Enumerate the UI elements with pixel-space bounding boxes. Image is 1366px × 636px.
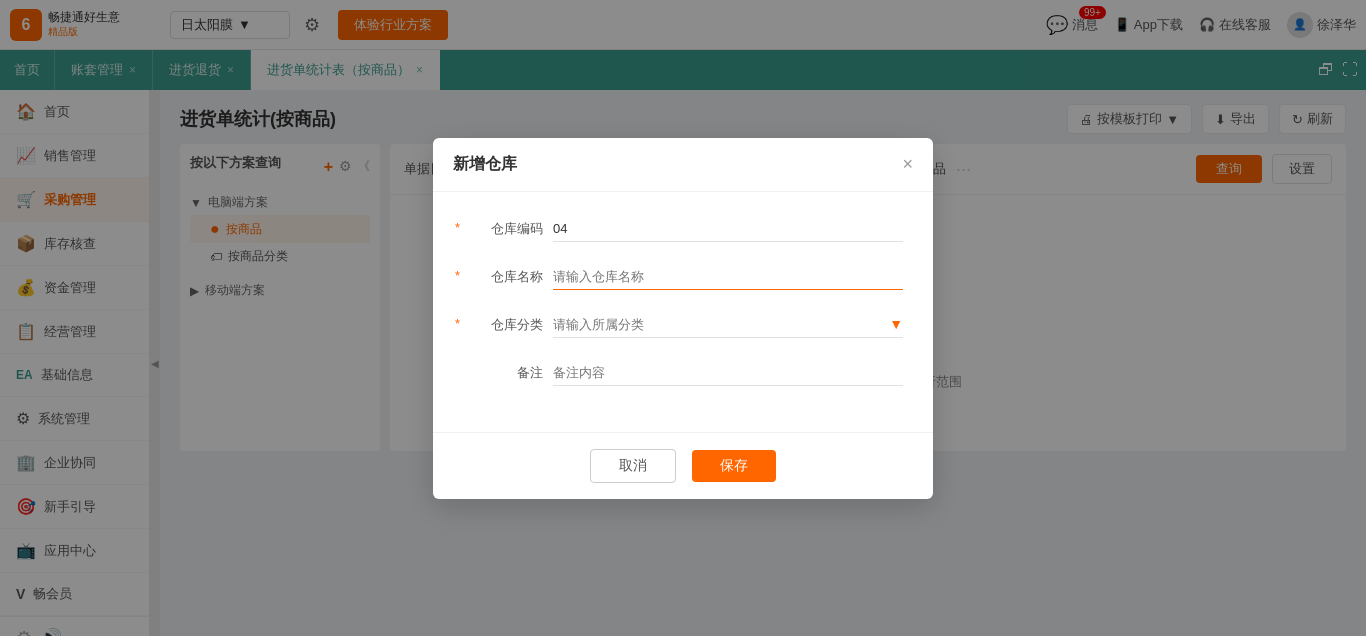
form-row-name: 仓库名称 [463, 264, 903, 290]
category-dropdown-icon: ▼ [889, 316, 903, 332]
modal-overlay[interactable]: 新增仓库 × 仓库编码 仓库名称 仓库分类 ▼ 备注 [0, 0, 1366, 636]
modal-footer: 取消 保存 [433, 432, 933, 499]
modal-title: 新增仓库 [453, 154, 517, 175]
cancel-button[interactable]: 取消 [590, 449, 676, 483]
name-label: 仓库名称 [463, 268, 543, 286]
code-input[interactable] [553, 216, 903, 242]
form-row-category: 仓库分类 ▼ [463, 312, 903, 338]
modal-header: 新增仓库 × [433, 138, 933, 192]
modal-body: 仓库编码 仓库名称 仓库分类 ▼ 备注 [433, 192, 933, 432]
name-input[interactable] [553, 264, 903, 290]
note-input[interactable] [553, 360, 903, 386]
new-warehouse-modal: 新增仓库 × 仓库编码 仓库名称 仓库分类 ▼ 备注 [433, 138, 933, 499]
category-label: 仓库分类 [463, 316, 543, 334]
category-input[interactable] [553, 312, 889, 337]
category-select-wrapper[interactable]: ▼ [553, 312, 903, 338]
code-label: 仓库编码 [463, 220, 543, 238]
form-row-code: 仓库编码 [463, 216, 903, 242]
note-label: 备注 [463, 364, 543, 382]
save-button[interactable]: 保存 [692, 450, 776, 482]
form-row-note: 备注 [463, 360, 903, 386]
modal-close-icon[interactable]: × [902, 155, 913, 173]
